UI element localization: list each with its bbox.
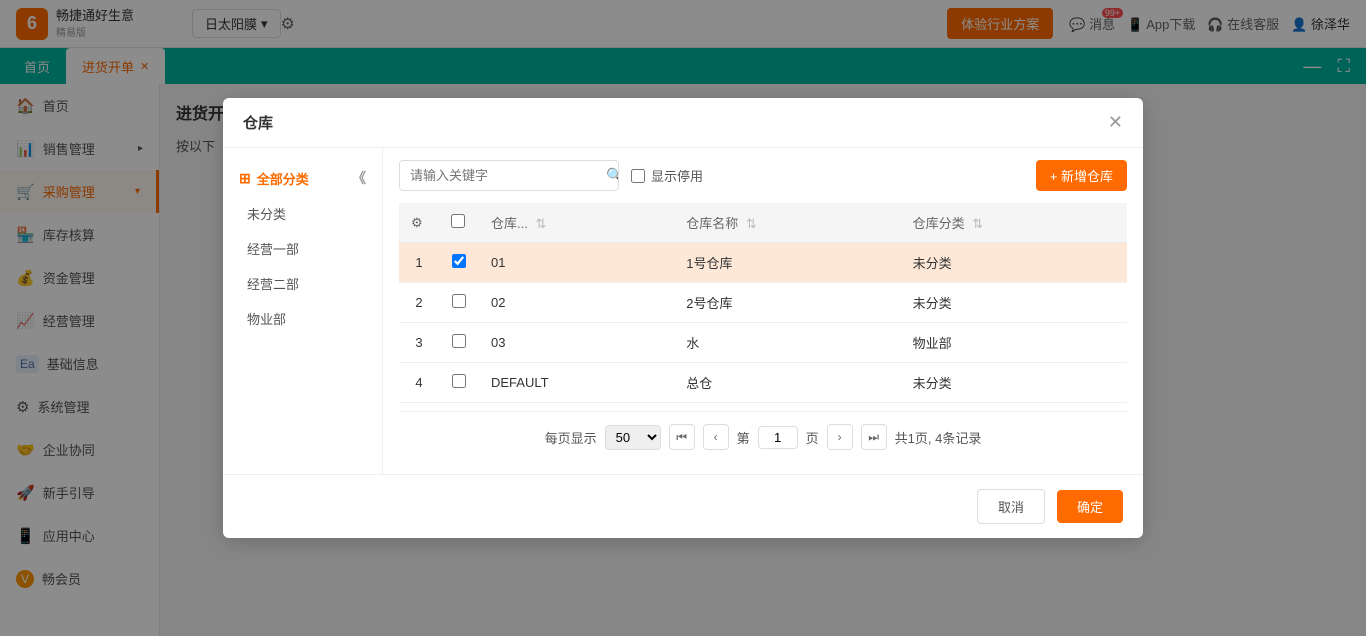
grid-icon: ⊞ — [239, 170, 251, 187]
sort-icon: ⇅ — [535, 216, 546, 231]
row-num: 2 — [399, 283, 439, 323]
category-header[interactable]: ⊞ 全部分类 《 — [223, 160, 382, 196]
row-name: 总仓 — [674, 363, 900, 403]
show-disabled-toggle[interactable]: 显示停用 — [631, 166, 703, 185]
row-category: 物业部 — [901, 323, 1127, 363]
modal-title: 仓库 — [243, 112, 273, 133]
th-settings: ⚙ — [399, 203, 439, 243]
modal-main: 🔍 显示停用 + 新增仓库 ⚙ — [383, 148, 1143, 474]
category-all-label: 全部分类 — [257, 169, 309, 188]
table-head: ⚙ 仓库... ⇅ 仓库名称 ⇅ — [399, 203, 1127, 243]
row-name: 1号仓库 — [674, 243, 900, 283]
row-checkbox[interactable] — [452, 254, 466, 268]
warehouse-modal: 仓库 ✕ ⊞ 全部分类 《 未分类 经营一部 经营二部 物业部 — [223, 98, 1143, 538]
prev-page-button[interactable]: ‹ — [703, 424, 729, 450]
row-checkbox[interactable] — [452, 374, 466, 388]
search-box: 🔍 — [399, 160, 619, 191]
cat-item-unclassified[interactable]: 未分类 — [223, 196, 382, 231]
first-page-button[interactable]: ⏮ — [669, 424, 695, 450]
search-input[interactable] — [400, 162, 596, 189]
row-code: 02 — [479, 283, 674, 323]
collapse-icon[interactable]: 《 — [352, 168, 366, 188]
row-name: 水 — [674, 323, 900, 363]
modal-header: 仓库 ✕ — [223, 98, 1143, 148]
modal-overlay: 仓库 ✕ ⊞ 全部分类 《 未分类 经营一部 经营二部 物业部 — [0, 0, 1366, 636]
table-row[interactable]: 2 02 2号仓库 未分类 — [399, 283, 1127, 323]
category-sidebar: ⊞ 全部分类 《 未分类 经营一部 经营二部 物业部 — [223, 148, 383, 474]
cat-item-property[interactable]: 物业部 — [223, 301, 382, 336]
th-name: 仓库名称 ⇅ — [674, 203, 900, 243]
cancel-button[interactable]: 取消 — [977, 489, 1045, 524]
row-checkbox-cell — [439, 323, 479, 363]
row-checkbox[interactable] — [452, 294, 466, 308]
table-header-row: ⚙ 仓库... ⇅ 仓库名称 ⇅ — [399, 203, 1127, 243]
row-checkbox-cell — [439, 363, 479, 403]
row-category: 未分类 — [901, 243, 1127, 283]
row-checkbox-cell — [439, 283, 479, 323]
th-category: 仓库分类 ⇅ — [901, 203, 1127, 243]
confirm-button[interactable]: 确定 — [1057, 490, 1123, 523]
th-checkbox — [439, 203, 479, 243]
show-disabled-label: 显示停用 — [651, 166, 703, 185]
page-label: 第 — [737, 428, 750, 447]
modal-body: ⊞ 全部分类 《 未分类 经营一部 经营二部 物业部 🔍 — [223, 148, 1143, 474]
row-code: 03 — [479, 323, 674, 363]
per-page-label: 每页显示 — [545, 428, 597, 447]
table-row[interactable]: 4 DEFAULT 总仓 未分类 — [399, 363, 1127, 403]
total-info: 共1页, 4条记录 — [895, 428, 982, 447]
page-input[interactable] — [758, 426, 798, 449]
table-container: ⚙ 仓库... ⇅ 仓库名称 ⇅ — [399, 203, 1127, 403]
row-category: 未分类 — [901, 363, 1127, 403]
modal-footer: 取消 确定 — [223, 474, 1143, 538]
page-end-label: 页 — [806, 428, 819, 447]
sort-icon-name: ⇅ — [746, 216, 757, 231]
sort-icon-cat: ⇅ — [972, 216, 983, 231]
row-num: 4 — [399, 363, 439, 403]
select-all-checkbox[interactable] — [451, 214, 465, 228]
modal-close-button[interactable]: ✕ — [1108, 112, 1123, 133]
row-name: 2号仓库 — [674, 283, 900, 323]
table-body: 1 01 1号仓库 未分类 2 02 2号仓库 未分类 3 03 水 物业部 4… — [399, 243, 1127, 403]
table-row[interactable]: 3 03 水 物业部 — [399, 323, 1127, 363]
row-num: 3 — [399, 323, 439, 363]
warehouse-table: ⚙ 仓库... ⇅ 仓库名称 ⇅ — [399, 203, 1127, 403]
per-page-select[interactable]: 50 100 200 — [605, 425, 661, 450]
cat-item-dept1[interactable]: 经营一部 — [223, 231, 382, 266]
next-page-button[interactable]: › — [827, 424, 853, 450]
row-checkbox-cell — [439, 243, 479, 283]
row-category: 未分类 — [901, 283, 1127, 323]
search-button[interactable]: 🔍 — [596, 161, 619, 190]
row-checkbox[interactable] — [452, 334, 466, 348]
row-code: 01 — [479, 243, 674, 283]
add-warehouse-button[interactable]: + 新增仓库 — [1036, 160, 1127, 191]
search-row: 🔍 显示停用 + 新增仓库 — [399, 160, 1127, 191]
table-row[interactable]: 1 01 1号仓库 未分类 — [399, 243, 1127, 283]
last-page-button[interactable]: ⏭ — [861, 424, 887, 450]
row-code: DEFAULT — [479, 363, 674, 403]
pagination: 每页显示 50 100 200 ⏮ ‹ 第 页 › ⏭ 共1页, 4条记录 — [399, 411, 1127, 462]
cat-item-dept2[interactable]: 经营二部 — [223, 266, 382, 301]
th-code: 仓库... ⇅ — [479, 203, 674, 243]
row-num: 1 — [399, 243, 439, 283]
show-disabled-checkbox[interactable] — [631, 169, 645, 183]
